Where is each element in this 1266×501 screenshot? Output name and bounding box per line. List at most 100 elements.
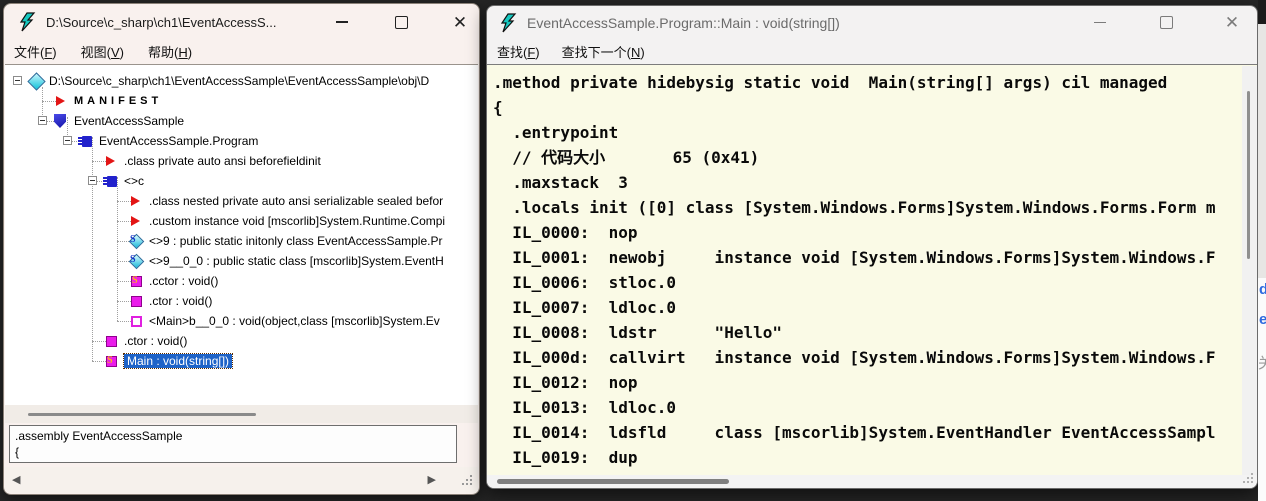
tree-item-icon-cell <box>54 114 68 128</box>
tree-item-label[interactable]: <Main>b__0_0 : void(object,class [mscorl… <box>149 314 440 328</box>
tree-row[interactable]: D:\Source\c_sharp\ch1\EventAccessSample\… <box>5 71 478 91</box>
tree-item-icon-cell: S <box>104 354 118 368</box>
assembly-info-line: .assembly EventAccessSample <box>15 429 183 443</box>
tree-row[interactable]: .class private auto ansi beforefieldinit <box>5 151 478 171</box>
tree-row[interactable]: <>c <box>5 171 478 191</box>
il-code-line: IL_0012: nop <box>493 373 638 392</box>
horizontal-scrollbar[interactable] <box>487 475 1257 488</box>
scroll-left-icon[interactable]: ◀ <box>12 473 20 486</box>
il-code-text: .method private hidebysig static void Ma… <box>493 70 1241 470</box>
expand-collapse-box[interactable] <box>38 116 47 125</box>
menu-item[interactable]: 帮助(H) <box>148 42 192 61</box>
tree-row[interactable]: S <>9 : public static initonly class Even… <box>5 231 478 251</box>
il-code-line: IL_0001: newobj instance void [System.Wi… <box>493 248 1216 267</box>
tree-item-label-selected[interactable]: Main : void(string[]) <box>122 353 234 369</box>
expand-collapse-box[interactable] <box>13 76 22 85</box>
resize-grip-icon[interactable] <box>462 477 472 487</box>
tree-item-icon-cell <box>54 94 68 108</box>
scrollbar-thumb[interactable] <box>497 479 729 484</box>
maximize-button[interactable] <box>390 11 412 33</box>
menu-item-label: 文件( <box>14 44 45 60</box>
window-title: D:\Source\c_sharp\ch1\EventAccessS... <box>46 14 277 30</box>
menu-item[interactable]: 文件(F) <box>14 42 57 61</box>
il-code-line: IL_0013: ldloc.0 <box>493 398 677 417</box>
menu-item[interactable]: 视图(V) <box>81 42 124 61</box>
tree-row[interactable]: EventAccessSample <box>5 111 478 131</box>
expand-collapse-box[interactable] <box>63 136 72 145</box>
assembly-shield-icon <box>54 114 66 128</box>
tree-item-label[interactable]: .class private auto ansi beforefieldinit <box>124 154 321 168</box>
tree-item-icon-cell <box>104 334 118 348</box>
scroll-right-icon[interactable]: ▶ <box>428 473 436 486</box>
tree-row[interactable]: .ctor : void() <box>5 291 478 311</box>
maximize-icon <box>1159 16 1173 29</box>
tree-horizontal-scrollbar[interactable] <box>5 405 478 423</box>
tree-item-label[interactable]: EventAccessSample.Program <box>99 134 258 148</box>
tree-item-icon-cell <box>129 314 143 328</box>
tree-item-label[interactable]: .ctor : void() <box>124 334 187 348</box>
tree-item-label[interactable]: .ctor : void() <box>149 294 212 308</box>
scrollbar-thumb[interactable] <box>1247 91 1250 259</box>
il-code-line: IL_000d: callvirt instance void [System.… <box>493 348 1216 367</box>
left-title-bar[interactable]: D:\Source\c_sharp\ch1\EventAccessS... ✕ <box>4 4 479 40</box>
il-code-line: .maxstack 3 <box>493 173 628 192</box>
tree-item-label[interactable]: .cctor : void() <box>149 274 218 288</box>
minimize-icon <box>336 21 348 23</box>
info-triangle-icon <box>56 96 65 106</box>
maximize-icon <box>394 15 408 29</box>
minimize-button[interactable] <box>1089 12 1111 34</box>
minimize-button[interactable] <box>331 11 353 33</box>
menu-item[interactable]: 查找下一个(N) <box>562 42 645 61</box>
right-title-bar[interactable]: EventAccessSample.Program::Main : void(s… <box>487 6 1257 39</box>
expand-collapse-box[interactable] <box>88 176 97 185</box>
class-icon <box>78 136 92 147</box>
il-code-line: // 代码大小 65 (0x41) <box>493 148 760 167</box>
tree-item-icon-cell <box>78 134 93 148</box>
tree-row[interactable]: S Main : void(string[]) <box>5 351 478 371</box>
maximize-button[interactable] <box>1155 12 1177 34</box>
background-window-sliver: d e 关 <box>1258 0 1266 501</box>
close-button[interactable]: ✕ <box>1221 12 1243 34</box>
tree-row[interactable]: <Main>b__0_0 : void(object,class [mscorl… <box>5 311 478 331</box>
static-marker-icon: S <box>132 275 138 286</box>
disassembly-window: EventAccessSample.Program::Main : void(s… <box>486 5 1258 489</box>
tree-item-label[interactable]: D:\Source\c_sharp\ch1\EventAccessSample\… <box>49 74 429 88</box>
il-code-line: IL_0008: ldstr "Hello" <box>493 323 782 342</box>
tree-item-label[interactable]: <>c <box>124 174 144 188</box>
tree-row[interactable]: S .cctor : void() <box>5 271 478 291</box>
scrollbar-thumb[interactable] <box>28 413 256 416</box>
tree-row[interactable]: .ctor : void() <box>5 331 478 351</box>
tree-item-label[interactable]: <>9 : public static initonly class Event… <box>149 234 442 248</box>
tree-row[interactable]: .custom instance void [mscorlib]System.R… <box>5 211 478 231</box>
tree-item-label[interactable]: .custom instance void [mscorlib]System.R… <box>149 214 445 228</box>
desktop: D:\Source\c_sharp\ch1\EventAccessS... ✕ … <box>0 0 1266 501</box>
tree-row[interactable]: .class nested private auto ansi serializ… <box>5 191 478 211</box>
bottom-horizontal-scrollbar[interactable]: ◀ ▶ <box>5 467 478 493</box>
menu-access-key: N <box>630 44 641 60</box>
tree-item-label[interactable]: <>9__0_0 : public static class [mscorlib… <box>149 254 444 268</box>
static-marker-icon: S <box>107 355 113 366</box>
il-code-line: .method private hidebysig static void Ma… <box>493 73 1168 92</box>
ildasm-main-window: D:\Source\c_sharp\ch1\EventAccessS... ✕ … <box>3 3 480 495</box>
tree-item-icon-cell <box>104 154 118 168</box>
tree-item-label[interactable]: MANIFEST <box>74 94 162 108</box>
tree-item-icon-cell: S <box>128 233 145 250</box>
assembly-tree: D:\Source\c_sharp\ch1\EventAccessSample\… <box>5 64 478 406</box>
menu-item-label: ) <box>119 44 124 60</box>
tree-row[interactable]: S <>9__0_0 : public static class [mscorli… <box>5 251 478 271</box>
close-button[interactable]: ✕ <box>449 11 471 33</box>
tree-row[interactable]: EventAccessSample.Program <box>5 131 478 151</box>
tree-row[interactable]: MANIFEST <box>5 91 478 111</box>
menu-item[interactable]: 查找(F) <box>497 42 540 61</box>
tree-item-label[interactable]: .class nested private auto ansi serializ… <box>149 194 443 208</box>
private-method-icon <box>131 316 142 327</box>
tree-item-label[interactable]: EventAccessSample <box>74 114 184 128</box>
resize-grip-icon[interactable] <box>1243 475 1253 485</box>
il-code-line: .locals init ([0] class [System.Windows.… <box>493 198 1216 217</box>
minimize-icon <box>1094 21 1106 24</box>
ildasm-app-icon <box>19 12 36 32</box>
menu-access-key: V <box>110 44 120 60</box>
static-marker-icon: S <box>130 234 136 245</box>
vertical-scrollbar[interactable] <box>1242 66 1257 475</box>
menu-item-label: 查找( <box>497 44 528 60</box>
